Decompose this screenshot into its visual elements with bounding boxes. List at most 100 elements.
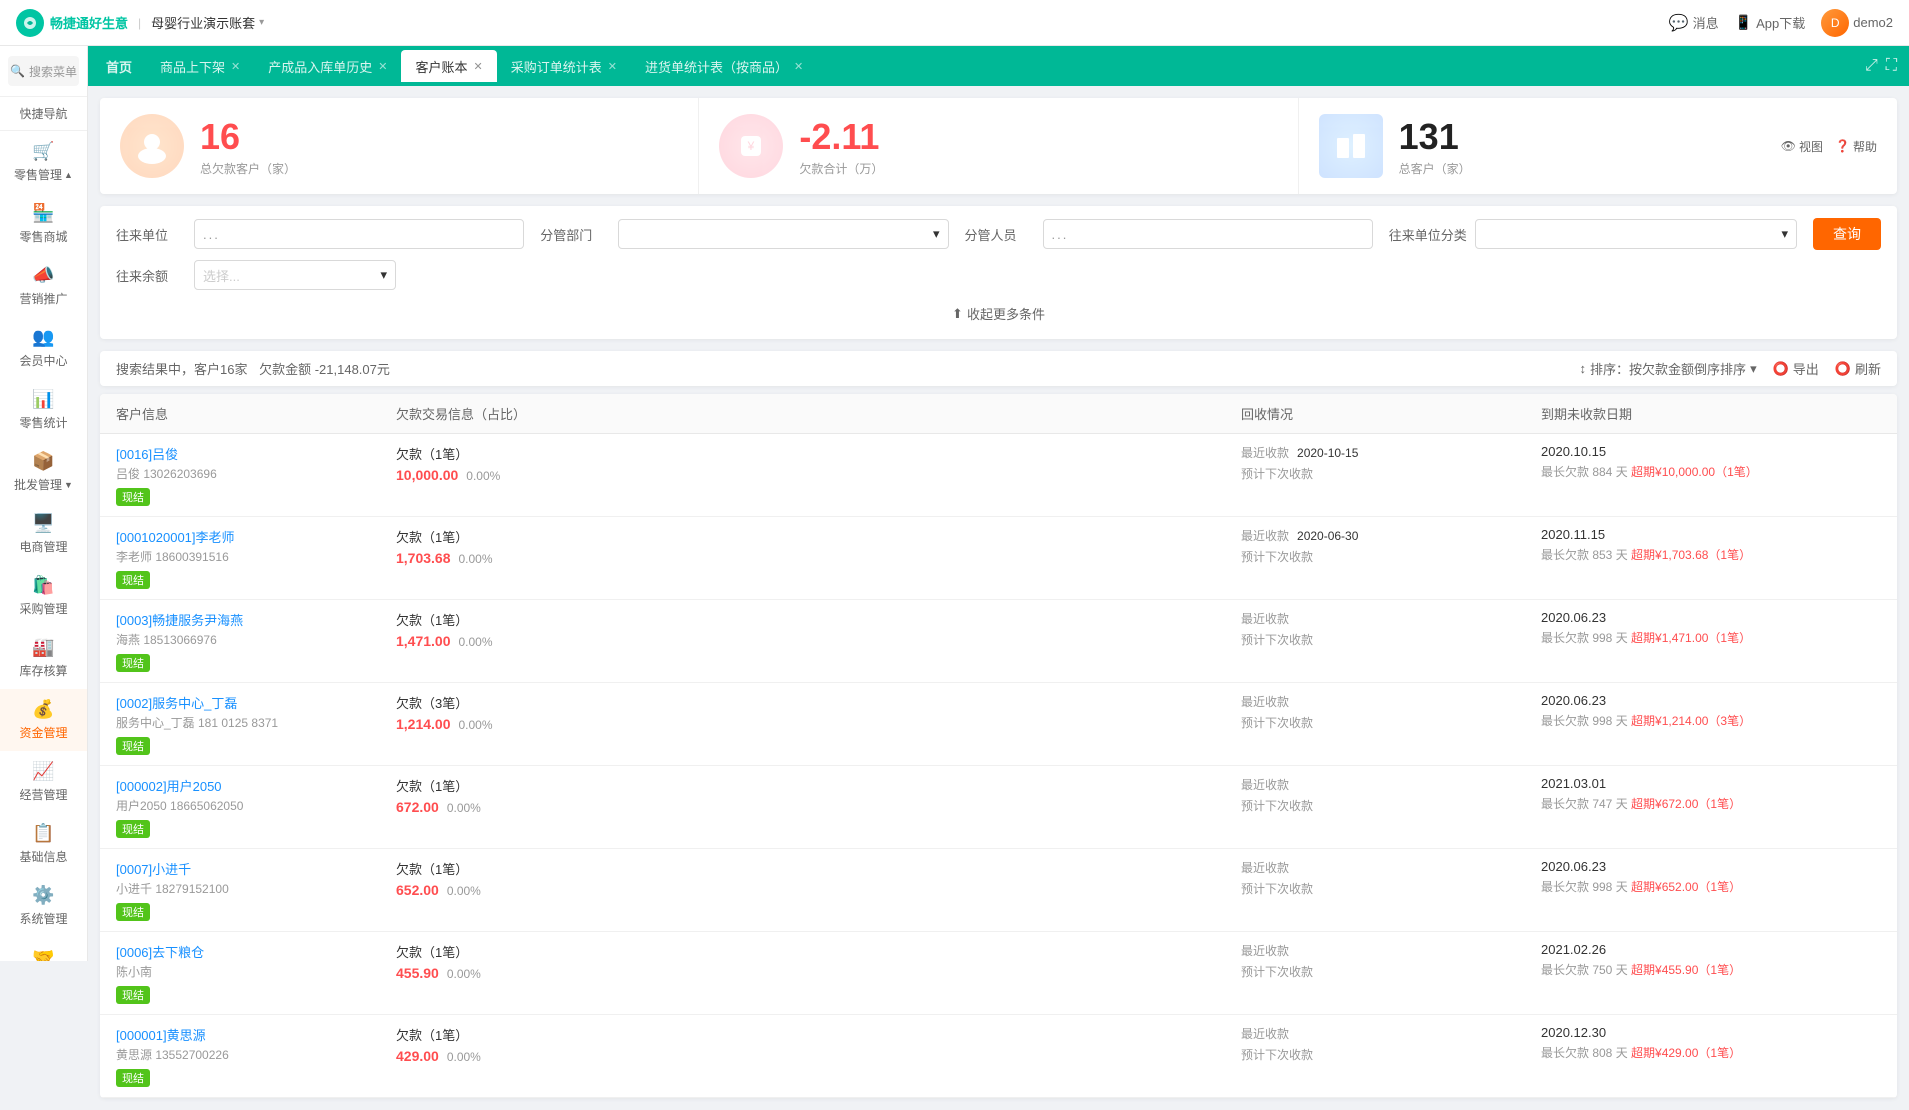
customer-name-4[interactable]: [000002]用户2050 bbox=[116, 776, 396, 795]
header-due-date: 到期未收款日期 bbox=[1541, 404, 1881, 423]
customer-phone-2: 海燕 18513066976 bbox=[116, 631, 396, 648]
sidebar-item-retail-mgmt[interactable]: 🛒 零售管理 ▲ bbox=[0, 131, 87, 193]
customer-name-0[interactable]: [0016]吕俊 bbox=[116, 444, 396, 463]
company-arrow-icon: ▾ bbox=[259, 17, 264, 28]
overdue-amount-0[interactable]: 超期¥10,000.00（1笔） bbox=[1631, 465, 1758, 479]
system-icon: ⚙️ bbox=[32, 885, 54, 906]
sort-arrow-icon: ▾ bbox=[1750, 361, 1757, 377]
sidebar-item-marketing[interactable]: 📣 营销推广 bbox=[0, 255, 87, 317]
debt-icon: ¥ bbox=[719, 114, 783, 178]
customer-tag-3: 现结 bbox=[116, 737, 150, 755]
tab-bar-actions: ⤢ ⛶ bbox=[1865, 57, 1905, 75]
customer-name-7[interactable]: [000001]黄思源 bbox=[116, 1025, 396, 1044]
tab-fullscreen-icon[interactable]: ⛶ bbox=[1886, 57, 1897, 75]
search-menu-btn[interactable]: 🔍 搜索菜单 bbox=[8, 56, 79, 86]
tab-customer-account-label: 客户账本 bbox=[415, 57, 467, 76]
unit-class-select[interactable]: ▾ bbox=[1475, 219, 1797, 249]
recovery-row-2: 最近收款 bbox=[1241, 610, 1541, 627]
filter-from-unit: 往来单位 ... bbox=[116, 219, 524, 249]
cell-customer-0: [0016]吕俊 吕俊 13026203696 现结 bbox=[116, 444, 396, 506]
debt-percent-7: 0.00% bbox=[447, 1050, 481, 1064]
customer-name-6[interactable]: [0006]去下粮仓 bbox=[116, 942, 396, 961]
marketing-label: 营销推广 bbox=[19, 290, 67, 307]
person-input[interactable]: ... bbox=[1043, 219, 1373, 249]
sidebar-item-ecommerce[interactable]: 🖥️ 电商管理 bbox=[0, 503, 87, 565]
sidebar-item-quick-nav[interactable]: 快捷导航 bbox=[0, 97, 87, 131]
overdue-amount-2[interactable]: 超期¥1,471.00（1笔） bbox=[1631, 631, 1751, 645]
phone-icon: 📱 bbox=[1735, 14, 1752, 31]
tab-production[interactable]: 产成品入库单历史 ✕ bbox=[254, 50, 401, 82]
search-button[interactable]: 查询 bbox=[1813, 218, 1881, 250]
balance-select[interactable]: 选择... ▾ bbox=[194, 260, 396, 290]
tab-purchase-stats[interactable]: 进货单统计表（按商品） ✕ bbox=[631, 50, 817, 82]
tab-production-label: 产成品入库单历史 bbox=[268, 57, 372, 76]
finance-icon: 💰 bbox=[32, 699, 54, 720]
company-selector[interactable]: 母婴行业演示账套 ▾ bbox=[151, 13, 264, 32]
sidebar-item-retail-stats[interactable]: 📊 零售统计 bbox=[0, 379, 87, 441]
cell-customer-6: [0006]去下粮仓 陈小南 现结 bbox=[116, 942, 396, 1004]
overdue-amount-4[interactable]: 超期¥672.00（1笔） bbox=[1631, 797, 1741, 811]
tab-expand-icon[interactable]: ⤢ bbox=[1865, 57, 1878, 75]
from-unit-input[interactable]: ... bbox=[194, 219, 524, 249]
tab-purchase-stats-label: 进货单统计表（按商品） bbox=[645, 57, 788, 76]
cell-customer-2: [0003]畅捷服务尹海燕 海燕 18513066976 现结 bbox=[116, 610, 396, 672]
recovery-next-6: 预计下次收款 bbox=[1241, 963, 1541, 980]
user-profile[interactable]: D demo2 bbox=[1821, 9, 1893, 37]
tab-customer-account-close-icon[interactable]: ✕ bbox=[474, 60, 483, 73]
purchase-icon: 🛍️ bbox=[32, 575, 54, 596]
customer-name-1[interactable]: [0001020001]李老师 bbox=[116, 527, 396, 546]
overdue-amount-1[interactable]: 超期¥1,703.68（1笔） bbox=[1631, 548, 1751, 562]
sidebar-item-operations[interactable]: 📈 经营管理 bbox=[0, 751, 87, 813]
tab-purchase-order-close-icon[interactable]: ✕ bbox=[608, 60, 617, 73]
sidebar-item-batch-mgmt[interactable]: 📦 批发管理 ▼ bbox=[0, 441, 87, 503]
cell-due-5: 2020.06.23 最长欠款 998 天 超期¥652.00（1笔） bbox=[1541, 859, 1881, 895]
message-btn[interactable]: 💬 消息 bbox=[1669, 13, 1719, 33]
debt-count-7: 欠款（1笔） bbox=[396, 1025, 1241, 1044]
sidebar-item-inventory[interactable]: 🏭 库存核算 bbox=[0, 627, 87, 689]
export-btn[interactable]: ⭕ 导出 bbox=[1773, 359, 1819, 378]
retail-mall-label: 零售商城 bbox=[19, 228, 67, 245]
tab-products-close-icon[interactable]: ✕ bbox=[231, 60, 240, 73]
refresh-btn[interactable]: ⭕ 刷新 bbox=[1835, 359, 1881, 378]
customer-name-3[interactable]: [0002]服务中心_丁磊 bbox=[116, 693, 396, 712]
sidebar-item-finance[interactable]: 💰 资金管理 bbox=[0, 689, 87, 751]
dept-select[interactable]: ▾ bbox=[618, 219, 948, 249]
header-customer-info: 客户信息 bbox=[116, 404, 396, 423]
tab-home[interactable]: 首页 bbox=[92, 50, 146, 82]
tab-production-close-icon[interactable]: ✕ bbox=[378, 60, 387, 73]
view-btn[interactable]: 👁 视图 bbox=[1781, 138, 1823, 155]
tab-products[interactable]: 商品上下架 ✕ bbox=[146, 50, 254, 82]
cell-due-3: 2020.06.23 最长欠款 998 天 超期¥1,214.00（3笔） bbox=[1541, 693, 1881, 729]
sidebar-item-basic-info[interactable]: 📋 基础信息 bbox=[0, 813, 87, 875]
tab-purchase-stats-close-icon[interactable]: ✕ bbox=[794, 60, 803, 73]
overdue-amount-7[interactable]: 超期¥429.00（1笔） bbox=[1631, 1046, 1741, 1060]
customer-name-5[interactable]: [0007]小进千 bbox=[116, 859, 396, 878]
stat-card-debt: ¥ -2.11 欠款合计（万） bbox=[699, 98, 1298, 194]
sidebar-item-enterprise-collab[interactable]: 🤝 企业协同 bbox=[0, 937, 87, 961]
overdue-date-0: 2020.10.15 bbox=[1541, 444, 1881, 459]
sort-select[interactable]: ↕ 排序：按欠款金额倒序排序 ▾ bbox=[1580, 359, 1757, 378]
tab-purchase-order[interactable]: 采购订单统计表 ✕ bbox=[497, 50, 631, 82]
total-svg bbox=[1333, 128, 1369, 164]
sidebar-item-member[interactable]: 👥 会员中心 bbox=[0, 317, 87, 379]
sidebar-item-retail-mall[interactable]: 🏪 零售商城 bbox=[0, 193, 87, 255]
header-debt-info: 欠款交易信息（占比） bbox=[396, 404, 1241, 423]
sidebar-item-system[interactable]: ⚙️ 系统管理 bbox=[0, 875, 87, 937]
overdue-amount-5[interactable]: 超期¥652.00（1笔） bbox=[1631, 880, 1741, 894]
retail-mall-icon: 🏪 bbox=[32, 203, 54, 224]
overdue-amount-3[interactable]: 超期¥1,214.00（3笔） bbox=[1631, 714, 1751, 728]
operations-label: 经营管理 bbox=[19, 786, 67, 803]
app-download-btn[interactable]: 📱 App下载 bbox=[1735, 13, 1806, 32]
help-btn[interactable]: ❓ 帮助 bbox=[1835, 138, 1877, 155]
debt-amount-7: 429.00 bbox=[396, 1048, 439, 1064]
sidebar-item-purchase[interactable]: 🛍️ 采购管理 bbox=[0, 565, 87, 627]
user-name: demo2 bbox=[1853, 15, 1893, 30]
table-row: [0002]服务中心_丁磊 服务中心_丁磊 181 0125 8371 现结 欠… bbox=[100, 683, 1897, 766]
tab-customer-account[interactable]: 客户账本 ✕ bbox=[401, 50, 496, 82]
cell-due-2: 2020.06.23 最长欠款 998 天 超期¥1,471.00（1笔） bbox=[1541, 610, 1881, 646]
recovery-next-4: 预计下次收款 bbox=[1241, 797, 1541, 814]
collapse-btn[interactable]: ⬆ 收起更多条件 bbox=[116, 300, 1881, 327]
customer-phone-5: 小进千 18279152100 bbox=[116, 880, 396, 897]
customer-name-2[interactable]: [0003]畅捷服务尹海燕 bbox=[116, 610, 396, 629]
overdue-amount-6[interactable]: 超期¥455.90（1笔） bbox=[1631, 963, 1741, 977]
